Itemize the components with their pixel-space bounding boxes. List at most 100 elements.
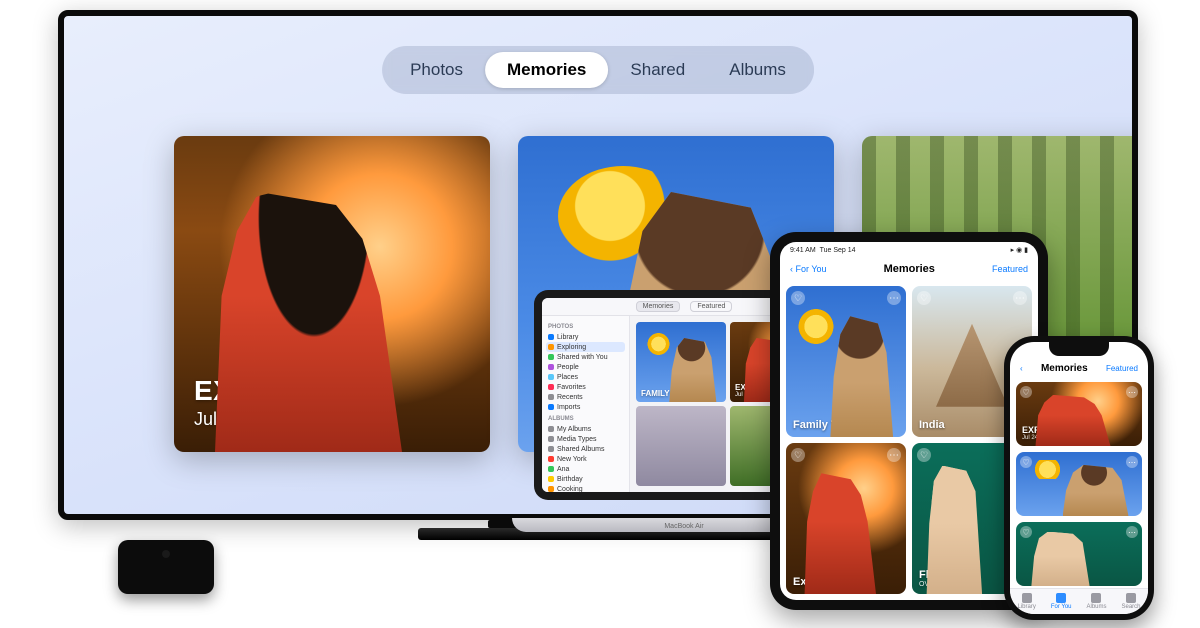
sidebar-item[interactable]: New York [546, 454, 625, 464]
ipad-memory-tile[interactable]: ♡⋯Family Trip [786, 286, 906, 437]
macbook-model-label: MacBook Air [664, 523, 703, 530]
sidebar-item[interactable]: My Albums [546, 424, 625, 434]
sidebar-item-icon [548, 384, 554, 390]
sidebar-item-icon [548, 354, 554, 360]
sidebar-item-label: People [557, 364, 579, 371]
tile-subtitle: Jul 24, 2021 [1022, 435, 1075, 441]
sidebar-item-icon [548, 456, 554, 462]
ipad-back-button[interactable]: ‹ For You [790, 264, 827, 274]
iphone-nav-header: ‹ Memories Featured [1010, 358, 1148, 378]
tv-tab-memories[interactable]: Memories [485, 52, 608, 88]
iphone-back-button[interactable]: ‹ [1020, 364, 1023, 373]
sidebar-item-label: New York [557, 456, 587, 463]
more-icon[interactable]: ⋯ [887, 448, 901, 462]
memory-card-date: Jul 24, 2021 [194, 409, 363, 430]
tile-caption: FlowersOVER THE YEARS [919, 569, 980, 588]
sidebar-item-icon [548, 446, 554, 452]
sidebar-item[interactable]: Birthday [546, 474, 625, 484]
tabbar-icon [1126, 593, 1136, 603]
sidebar-item-icon [548, 486, 554, 492]
ipad-memory-tile[interactable]: ♡ ⋯ Exploring [786, 443, 906, 594]
memory-card-title: EXPLORING [194, 375, 363, 407]
tv-tab-shared[interactable]: Shared [608, 52, 707, 88]
iphone-memory-tile[interactable]: ♡⋯EXPLORINGJul 24, 2021 [1016, 382, 1142, 446]
tabbar-icon [1056, 593, 1066, 603]
sidebar-item-icon [548, 426, 554, 432]
sidebar-item[interactable]: Media Types [546, 434, 625, 444]
tabbar-item-for-you[interactable]: For You [1051, 593, 1072, 610]
sidebar-item-label: Recents [557, 394, 583, 401]
iphone-memory-tile[interactable]: ♡⋯ [1016, 452, 1142, 516]
sidebar-section-header: Albums [548, 416, 623, 422]
memory-card[interactable]: EXPLORINGJul 24, 2021 [174, 136, 490, 452]
tabbar-item-albums[interactable]: Albums [1086, 593, 1106, 610]
tabbar-item-library[interactable]: Library [1017, 593, 1035, 610]
sidebar-item[interactable]: Cooking [546, 484, 625, 492]
ipad-display: 9:41 AM Tue Sep 14 ▸ ◉ ▮ ‹ For You Memor… [780, 242, 1038, 600]
sidebar-item[interactable]: Recents [546, 392, 625, 402]
sidebar-item[interactable]: Favorites [546, 382, 625, 392]
more-icon[interactable]: ⋯ [1126, 386, 1138, 398]
ipad-memories-grid: ♡⋯Family Trip♡⋯India♡⋯Exploring♡⋯Flowers… [780, 280, 1038, 600]
iphone-display: ‹ Memories Featured ♡⋯EXPLORINGJul 24, 2… [1010, 342, 1148, 614]
sidebar-item-label: Ana [557, 466, 569, 473]
macbook-memory-tile[interactable] [636, 406, 726, 486]
tile-caption: Exploring [793, 576, 844, 588]
macbook-memory-tile[interactable]: FAMILY TRIP [636, 322, 726, 402]
iphone: ‹ Memories Featured ♡⋯EXPLORINGJul 24, 2… [1004, 336, 1154, 620]
sidebar-item-label: Imports [557, 404, 580, 411]
sidebar-item[interactable]: People [546, 362, 625, 372]
sidebar-item-label: Shared with You [557, 354, 608, 361]
tile-caption: India [919, 419, 945, 431]
sidebar-item[interactable]: Places [546, 372, 625, 382]
more-icon[interactable]: ⋯ [1126, 526, 1138, 538]
favorite-icon[interactable]: ♡ [1020, 386, 1032, 398]
favorite-icon[interactable]: ♡ [917, 291, 931, 305]
sidebar-item-label: Shared Albums [557, 446, 604, 453]
sidebar-item[interactable]: Library [546, 332, 625, 342]
tabbar-label: Search [1121, 604, 1140, 610]
favorite-icon[interactable]: ♡ [791, 291, 805, 305]
ipad-nav-header: ‹ For You Memories Featured [780, 258, 1038, 280]
tv-tab-albums[interactable]: Albums [707, 52, 808, 88]
favorite-icon[interactable]: ♡ [1020, 456, 1032, 468]
tabbar-label: Albums [1086, 604, 1106, 610]
sidebar-item[interactable]: Shared Albums [546, 444, 625, 454]
favorite-icon[interactable]: ♡ [917, 448, 931, 462]
sidebar-item-label: Places [557, 374, 578, 381]
ipad-status-bar: 9:41 AM Tue Sep 14 ▸ ◉ ▮ [780, 242, 1038, 258]
ipad-time-text: 9:41 AM [790, 247, 816, 254]
iphone-notch [1049, 342, 1109, 356]
more-icon[interactable]: ⋯ [887, 291, 901, 305]
sidebar-section-header: Photos [548, 324, 623, 330]
sidebar-item-label: Birthday [557, 476, 583, 483]
sidebar-item-label: Media Types [557, 436, 597, 443]
tv-tab-photos[interactable]: Photos [388, 52, 485, 88]
ipad-featured-button[interactable]: Featured [992, 264, 1028, 274]
tabbar-item-search[interactable]: Search [1121, 593, 1140, 610]
tv-tabbar: PhotosMemoriesSharedAlbums [382, 46, 814, 94]
sidebar-item-icon [548, 374, 554, 380]
favorite-icon[interactable]: ♡ [791, 448, 805, 462]
sidebar-item-label: Cooking [557, 486, 583, 493]
more-icon[interactable]: ⋯ [1013, 291, 1027, 305]
macbook-segment-memories[interactable]: Memories [636, 301, 681, 312]
sidebar-item-icon [548, 344, 554, 350]
sidebar-item-icon [548, 476, 554, 482]
sidebar-item[interactable]: Ana [546, 464, 625, 474]
sidebar-item-icon [548, 436, 554, 442]
more-icon[interactable]: ⋯ [1126, 456, 1138, 468]
favorite-icon[interactable]: ♡ [1020, 526, 1032, 538]
sidebar-item[interactable]: Shared with You [546, 352, 625, 362]
macbook-sidebar: Photos LibraryExploring Shared with You Peo… [542, 316, 630, 492]
sidebar-item[interactable]: Imports [546, 402, 625, 412]
ipad-page-title: Memories [884, 263, 935, 275]
sidebar-item[interactable]: Exploring [546, 342, 625, 352]
macbook-segment-featured[interactable]: Featured [690, 301, 732, 312]
tabbar-icon [1091, 593, 1101, 603]
iphone-featured-button[interactable]: Featured [1106, 364, 1138, 373]
tile-subtitle: OVER THE YEARS [919, 581, 980, 588]
iphone-memory-tile[interactable]: ♡⋯ [1016, 522, 1142, 586]
sidebar-item-icon [548, 364, 554, 370]
memory-card-overlay: EXPLORINGJul 24, 2021 [194, 375, 363, 430]
